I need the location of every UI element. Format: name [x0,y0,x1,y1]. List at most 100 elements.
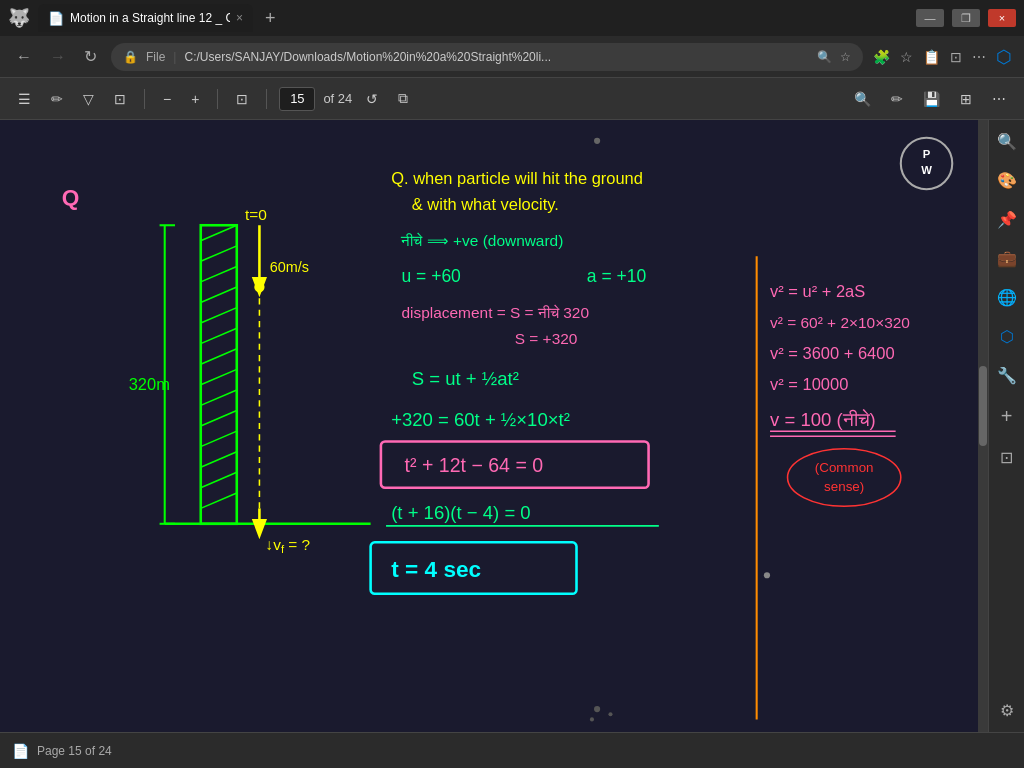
svg-text:नीचे ⟹ +ve (downward): नीचे ⟹ +ve (downward) [400,232,563,249]
sidebar-add-icon[interactable]: + [997,401,1017,432]
svg-text:t=0: t=0 [245,206,267,223]
tab-bar-area: 📄 Motion in a Straight line 12 _ Cla × + [38,4,908,32]
svg-text:u = +60: u = +60 [401,266,461,286]
back-button[interactable]: ← [12,44,36,70]
toolbar-divider-1 [144,89,145,109]
copilot-icon[interactable]: ⬡ [996,46,1012,68]
pdf-share-btn[interactable]: ⊞ [954,87,978,111]
svg-text:W: W [921,164,932,176]
svg-point-64 [764,572,770,578]
title-bar: 🐺 📄 Motion in a Straight line 12 _ Cla ×… [0,0,1024,36]
rotate-icon[interactable]: ↺ [360,87,384,111]
toolbar-divider-3 [266,89,267,109]
svg-text:& with what velocity.: & with what velocity. [412,195,559,213]
toolbar-divider-2 [217,89,218,109]
tab-title: Motion in a Straight line 12 _ Cla [70,11,230,25]
zoom-in-btn[interactable]: + [185,87,205,111]
url-bar[interactable]: 🔒 File | C:/Users/SANJAY/Downloads/Motio… [111,43,863,71]
filter-tool[interactable]: ▽ [77,87,100,111]
address-bar: ← → ↻ 🔒 File | C:/Users/SANJAY/Downloads… [0,36,1024,78]
svg-point-63 [590,717,594,721]
sidebar-collections-icon[interactable]: 🎨 [993,167,1021,194]
pdf-tab-icon: 📄 [48,11,64,26]
sidebar-discover-icon[interactable]: 🌐 [993,284,1021,311]
pdf-svg-canvas: P W Q Q. when particle will hit the grou… [0,120,978,732]
pdf-search-btn[interactable]: 🔍 [848,87,877,111]
app-icon: 🐺 [8,7,30,29]
svg-text:v² = 10000: v² = 10000 [770,375,848,393]
forward-button[interactable]: → [46,44,70,70]
bottom-bar: 📄 Page 15 of 24 [0,732,1024,768]
zoom-out-btn[interactable]: − [157,87,177,111]
url-star-icon[interactable]: ☆ [840,50,851,64]
svg-text:v = 100 (नीचे): v = 100 (नीचे) [770,408,876,430]
sidebar-pin-icon[interactable]: 📌 [993,206,1021,233]
svg-point-60 [254,282,264,292]
svg-text:v² = 3600 + 6400: v² = 3600 + 6400 [770,344,895,362]
svg-point-62 [608,712,612,716]
bottom-page-info: Page 15 of 24 [37,744,112,758]
url-separator: | [173,50,176,64]
svg-text:a = +10: a = +10 [587,266,647,286]
svg-text:(Common: (Common [815,460,874,475]
svg-text:= ?: = ? [288,536,310,553]
extensions-icon[interactable]: 🧩 [873,49,890,65]
svg-text:t = 4 sec: t = 4 sec [391,557,481,582]
maximize-button[interactable]: ❐ [952,9,980,27]
close-button[interactable]: × [988,9,1016,27]
svg-text:t² + 12t − 64 = 0: t² + 12t − 64 = 0 [405,454,544,476]
scroll-track[interactable] [978,120,988,732]
page-number-input[interactable] [279,87,315,111]
main-area: P W Q Q. when particle will hit the grou… [0,120,1024,732]
minimize-button[interactable]: — [916,9,944,27]
pdf-save-btn[interactable]: 💾 [917,87,946,111]
browser-toolbar: 🧩 ☆ 📋 ⊡ ⋯ ⬡ [873,46,1012,68]
favorites-icon[interactable]: ☆ [900,49,913,65]
svg-text:60m/s: 60m/s [270,259,309,275]
svg-text:Q: Q [62,185,80,210]
bookmarks-icon[interactable]: ⧉ [392,86,414,111]
svg-text:S = ut + ½at²: S = ut + ½at² [412,368,519,389]
svg-text:sense): sense) [824,479,864,494]
refresh-button[interactable]: ↻ [80,43,101,70]
split-view-icon[interactable]: ⊡ [950,49,962,65]
tab-close-btn[interactable]: × [236,11,243,25]
svg-text:v² = u² + 2aS: v² = u² + 2aS [770,282,865,300]
svg-text:Q. when particle will hit the : Q. when particle will hit the ground [391,169,643,187]
sidebar-layout-icon[interactable]: ⊡ [996,444,1017,471]
fit-page[interactable]: ⊡ [230,87,254,111]
url-text[interactable]: C:/Users/SANJAY/Downloads/Motion%20in%20… [184,50,809,64]
window-controls: — ❐ × [916,9,1016,27]
scroll-thumb[interactable] [979,366,987,446]
svg-text:P: P [923,148,931,160]
sidebar-toggle[interactable]: ☰ [12,87,37,111]
browser-more-icon[interactable]: ⋯ [972,49,986,65]
svg-text:+320 = 60t + ½×10×t²: +320 = 60t + ½×10×t² [391,409,570,430]
svg-point-1 [594,138,600,144]
view-mode[interactable]: ⊡ [108,87,132,111]
sidebar-search-icon[interactable]: 🔍 [993,128,1021,155]
svg-text:320m: 320m [129,375,170,393]
pdf-draw-btn[interactable]: ✏ [885,87,909,111]
pdf-toolbar: ☰ ✏ ▽ ⊡ − + ⊡ of 24 ↺ ⧉ 🔍 ✏ 💾 ⊞ ⋯ [0,78,1024,120]
page-total: of 24 [323,91,352,106]
sidebar-copilot-icon[interactable]: ⬡ [996,323,1018,350]
new-tab-button[interactable]: + [259,8,282,29]
svg-text:v² = 60² + 2×10×320: v² = 60² + 2×10×320 [770,314,910,331]
pdf-content: P W Q Q. when particle will hit the grou… [0,120,988,732]
sidebar-tools-icon[interactable]: 🔧 [993,362,1021,389]
svg-point-61 [594,706,600,712]
pdf-toolbar-right: 🔍 ✏ 💾 ⊞ ⋯ [848,87,1012,111]
bottom-pdf-icon: 📄 [12,743,29,759]
draw-tool[interactable]: ✏ [45,87,69,111]
right-sidebar: 🔍 🎨 📌 💼 🌐 ⬡ 🔧 + ⊡ ⚙ [988,120,1024,732]
sidebar-settings-icon[interactable]: ⚙ [996,697,1018,724]
pdf-more-btn[interactable]: ⋯ [986,87,1012,111]
svg-text:↓v: ↓v [266,536,282,553]
active-tab[interactable]: 📄 Motion in a Straight line 12 _ Cla × [38,4,253,32]
pdf-drawing: P W Q Q. when particle will hit the grou… [0,120,978,732]
svg-text:(t + 16)(t − 4) = 0: (t + 16)(t − 4) = 0 [391,502,530,523]
url-search-icon: 🔍 [817,50,832,64]
collections-icon[interactable]: 📋 [923,49,940,65]
sidebar-wallet-icon[interactable]: 💼 [993,245,1021,272]
